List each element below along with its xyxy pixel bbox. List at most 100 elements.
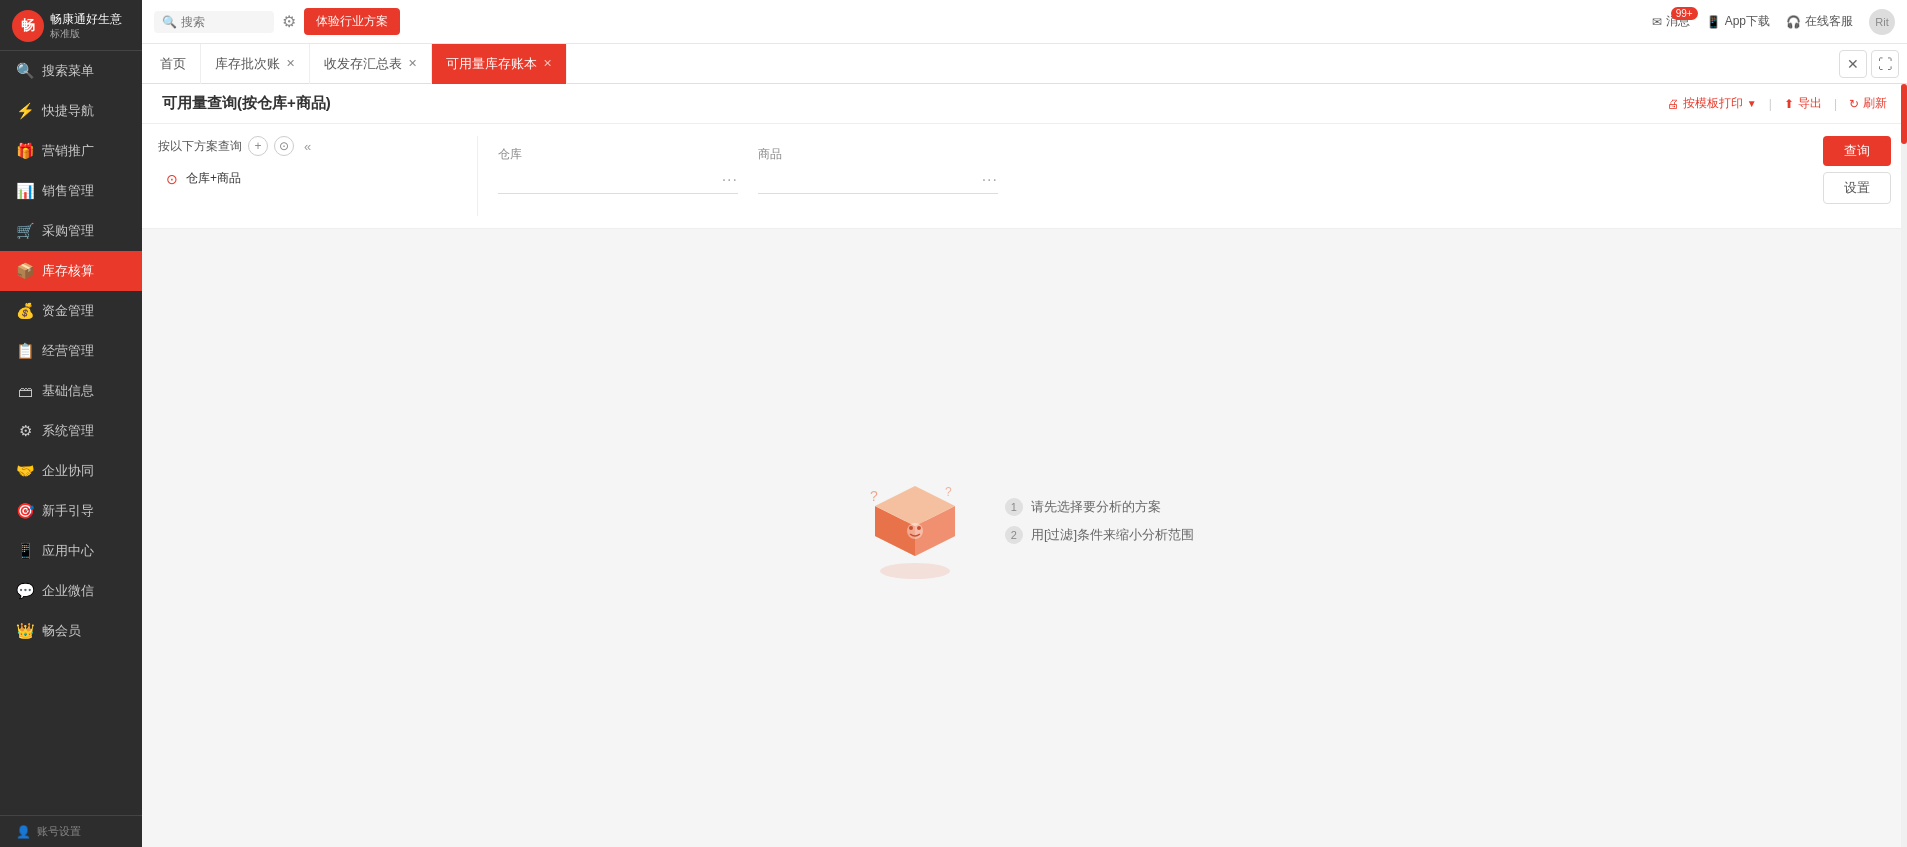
sidebar-item-member[interactable]: 👑 畅会员: [0, 611, 142, 651]
scrollbar-thumb: [1901, 84, 1907, 144]
settings-icon[interactable]: ⚙: [282, 12, 296, 31]
separator2: |: [1834, 97, 1837, 111]
sidebar-item-appcenter[interactable]: 📱 应用中心: [0, 531, 142, 571]
svg-point-7: [917, 526, 921, 530]
edit-scheme-btn[interactable]: ⊙: [274, 136, 294, 156]
svg-text:?: ?: [870, 488, 878, 504]
warehouse-input[interactable]: [498, 173, 718, 187]
tab-summary[interactable]: 收发存汇总表 ✕: [310, 44, 432, 84]
export-label: 导出: [1798, 95, 1822, 112]
online-service-btn[interactable]: 🎧 在线客服: [1786, 13, 1853, 30]
crown-icon: 👑: [16, 622, 34, 640]
export-btn[interactable]: ⬆ 导出: [1784, 95, 1822, 112]
sidebar-item-label: 销售管理: [42, 182, 94, 200]
app-name-block: 畅康通好生意 标准版: [50, 11, 122, 42]
tab-batch-close[interactable]: ✕: [286, 57, 295, 70]
filter-actions: 查询 设置: [1807, 136, 1891, 204]
sidebar-item-label: 畅会员: [42, 622, 81, 640]
print-label: 按模板打印: [1683, 95, 1743, 112]
industry-btn[interactable]: 体验行业方案: [304, 8, 400, 35]
empty-illustration: ? ?: [855, 466, 975, 586]
sidebar-item-inventory[interactable]: 📦 库存核算: [0, 251, 142, 291]
separator1: |: [1769, 97, 1772, 111]
sidebar-item-label: 搜索菜单: [42, 62, 94, 80]
gear-icon: ⚙: [16, 422, 34, 440]
sidebar-item-operations[interactable]: 📋 经营管理: [0, 331, 142, 371]
warehouse-field: 仓库 ···: [498, 146, 738, 194]
warehouse-dots-btn[interactable]: ···: [722, 171, 738, 189]
sidebar-item-label: 系统管理: [42, 422, 94, 440]
empty-hint-1: 1 请先选择要分析的方案: [1005, 498, 1194, 516]
product-input-wrap: ···: [758, 167, 998, 194]
hint-num-1: 1: [1005, 498, 1023, 516]
money-icon: 💰: [16, 302, 34, 320]
tab-available[interactable]: 可用量库存账本 ✕: [432, 44, 567, 84]
refresh-label: 刷新: [1863, 95, 1887, 112]
sidebar-item-cooperation[interactable]: 🤝 企业协同: [0, 451, 142, 491]
tab-batch[interactable]: 库存批次账 ✕: [201, 44, 310, 84]
sidebar-nav: 🔍 搜索菜单 ⚡ 快捷导航 🎁 营销推广 📊 销售管理 🛒 采购管理 📦 库存核…: [0, 51, 142, 815]
sidebar-item-system[interactable]: ⚙ 系统管理: [0, 411, 142, 451]
mobile-icon: 📱: [16, 542, 34, 560]
sidebar-item-newbie[interactable]: 🎯 新手引导: [0, 491, 142, 531]
empty-hint-2: 2 用[过滤]条件来缩小分析范围: [1005, 526, 1194, 544]
add-scheme-btn[interactable]: +: [248, 136, 268, 156]
tab-home[interactable]: 首页: [146, 44, 201, 84]
sidebar-item-label: 经营管理: [42, 342, 94, 360]
right-scrollbar[interactable]: [1901, 84, 1907, 847]
sidebar-item-quicknav[interactable]: ⚡ 快捷导航: [0, 91, 142, 131]
page-actions: 🖨 按模板打印 ▼ | ⬆ 导出 | ↻ 刷新: [1667, 95, 1887, 112]
scheme-panel: 按以下方案查询 + ⊙ « ⊙ 仓库+商品: [158, 136, 478, 216]
sidebar-item-search[interactable]: 🔍 搜索菜单: [0, 51, 142, 91]
app-name: 畅康通好生意: [50, 11, 122, 28]
svg-point-6: [909, 526, 913, 530]
sidebar-item-sales[interactable]: 📊 销售管理: [0, 171, 142, 211]
database-icon: 🗃: [16, 383, 34, 400]
sidebar-item-label: 基础信息: [42, 382, 94, 400]
sidebar-item-label: 应用中心: [42, 542, 94, 560]
message-btn[interactable]: ✉ 消息 99+: [1652, 13, 1690, 30]
product-field: 商品 ···: [758, 146, 998, 194]
svg-text:?: ?: [945, 485, 952, 499]
sidebar-item-purchase[interactable]: 🛒 采购管理: [0, 211, 142, 251]
export-icon: ⬆: [1784, 97, 1794, 111]
tab-close-all-btn[interactable]: ✕: [1839, 50, 1867, 78]
user-profile[interactable]: Rit: [1869, 9, 1895, 35]
print-btn[interactable]: 🖨 按模板打印 ▼: [1667, 95, 1757, 112]
topbar-search-icon: 🔍: [162, 15, 177, 29]
collapse-btn[interactable]: «: [304, 139, 311, 154]
avatar: Rit: [1869, 9, 1895, 35]
box-icon: 📦: [16, 262, 34, 280]
scheme-item-warehouse-product[interactable]: ⊙ 仓库+商品: [158, 164, 465, 193]
sidebar-item-basic[interactable]: 🗃 基础信息: [0, 371, 142, 411]
hint-text-2: 用[过滤]条件来缩小分析范围: [1031, 526, 1194, 544]
search-icon: 🔍: [16, 62, 34, 80]
query-btn[interactable]: 查询: [1823, 136, 1891, 166]
product-dots-btn[interactable]: ···: [982, 171, 998, 189]
chart-icon: 📊: [16, 182, 34, 200]
sidebar-footer-text: 账号设置: [37, 824, 81, 839]
sidebar-item-label: 新手引导: [42, 502, 94, 520]
refresh-btn[interactable]: ↻ 刷新: [1849, 95, 1887, 112]
tab-summary-label: 收发存汇总表: [324, 55, 402, 73]
topbar-search-box[interactable]: 🔍: [154, 11, 274, 33]
product-input[interactable]: [758, 173, 978, 187]
sidebar-item-label: 企业微信: [42, 582, 94, 600]
topbar-right: ✉ 消息 99+ 📱 App下载 🎧 在线客服 Rit: [1652, 9, 1895, 35]
app-download-btn[interactable]: 📱 App下载: [1706, 13, 1770, 30]
sidebar-footer: 👤 账号设置: [0, 815, 142, 847]
filter-settings-btn[interactable]: 设置: [1823, 172, 1891, 204]
tab-home-label: 首页: [160, 55, 186, 73]
tab-expand-btn[interactable]: ⛶: [1871, 50, 1899, 78]
tabbar: 首页 库存批次账 ✕ 收发存汇总表 ✕ 可用量库存账本 ✕ ✕ ⛶: [142, 44, 1907, 84]
empty-hints: 1 请先选择要分析的方案 2 用[过滤]条件来缩小分析范围: [1005, 498, 1194, 554]
svg-point-0: [880, 563, 950, 579]
tab-summary-close[interactable]: ✕: [408, 57, 417, 70]
tab-available-close[interactable]: ✕: [543, 57, 552, 70]
sidebar-item-marketing[interactable]: 🎁 营销推广: [0, 131, 142, 171]
search-input[interactable]: [181, 15, 261, 29]
sidebar-item-finance[interactable]: 💰 资金管理: [0, 291, 142, 331]
sidebar-item-wechat[interactable]: 💬 企业微信: [0, 571, 142, 611]
print-icon: 🖨: [1667, 97, 1679, 111]
scheme-item-label: 仓库+商品: [186, 170, 241, 187]
